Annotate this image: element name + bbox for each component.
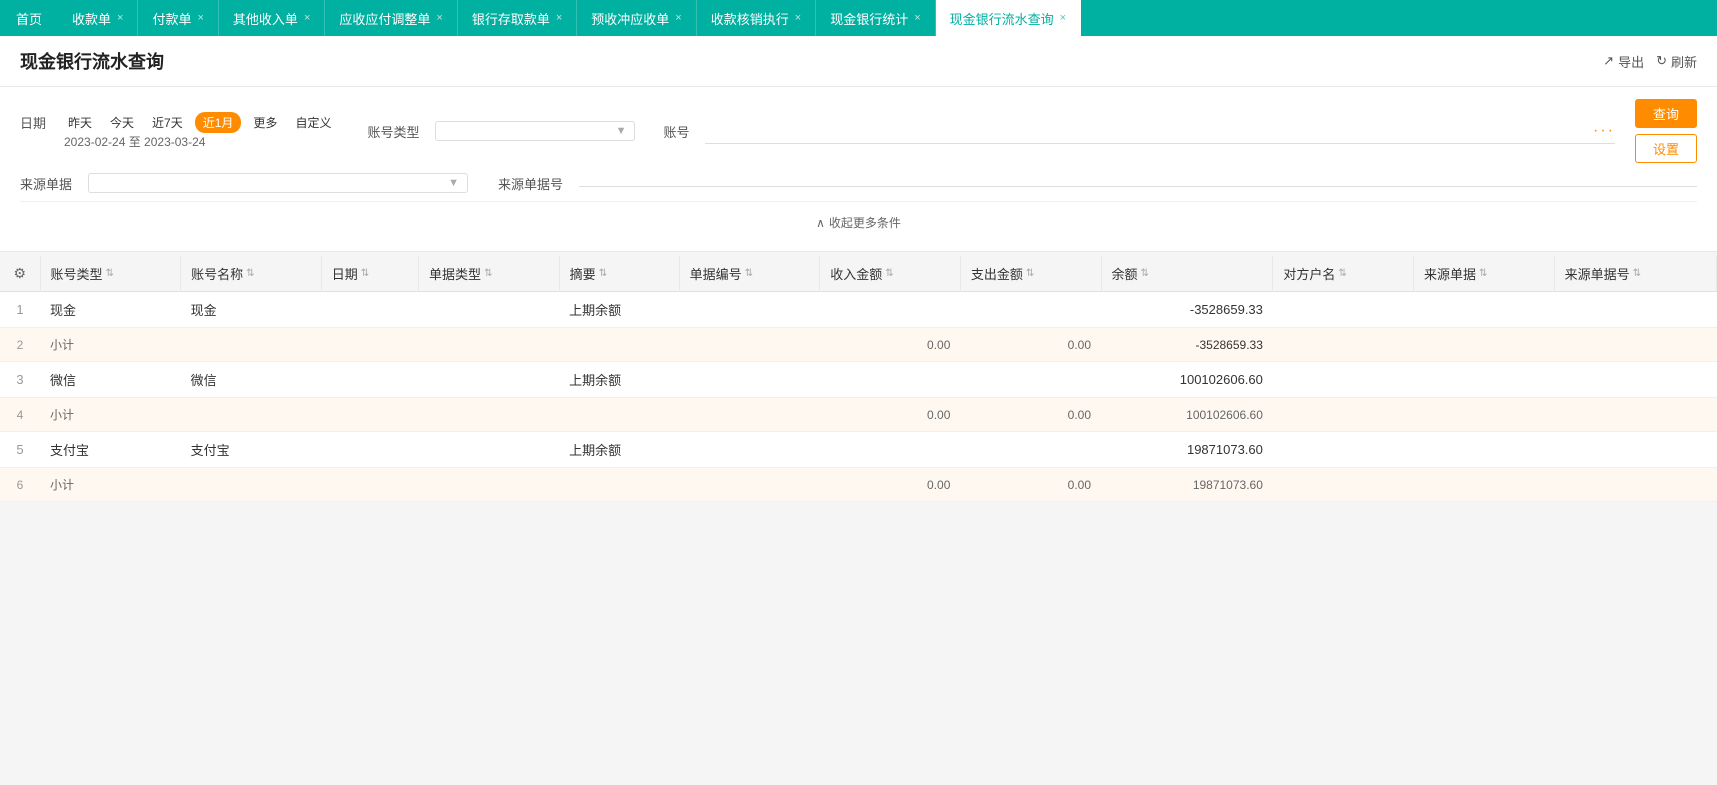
th-date[interactable]: 日期 ⇅ [321, 256, 418, 292]
th-expense[interactable]: 支出金额 ⇅ [960, 256, 1101, 292]
table-row[interactable]: 6小计0.000.0019871073.60 [0, 468, 1717, 502]
sort-icon: ⇅ [745, 268, 753, 279]
date-opt-today[interactable]: 今天 [104, 112, 140, 133]
nav-tab-qitashouru[interactable]: 其他收入单 × [219, 0, 325, 36]
chevron-down-icon: ▼ [616, 125, 627, 137]
setting-button[interactable]: 设置 [1635, 134, 1697, 163]
table-container: ⚙ 账号类型 ⇅ 账号名称 ⇅ 日期 [0, 256, 1717, 502]
th-source-doc-no[interactable]: 来源单据号 ⇅ [1554, 256, 1716, 292]
export-button[interactable]: ↗ 导出 [1603, 52, 1644, 71]
refresh-icon: ↻ [1656, 53, 1667, 69]
source-doc-select[interactable]: ▼ [88, 173, 468, 193]
th-summary[interactable]: 摘要 ⇅ [559, 256, 679, 292]
table-row[interactable]: 4小计0.000.00100102606.60 [0, 398, 1717, 432]
filter-row-1: 日期 昨天 今天 近7天 近1月 更多 自定义 2023-02-24 至 202… [20, 99, 1697, 163]
sort-icon: ⇅ [1026, 268, 1034, 279]
close-icon[interactable]: × [795, 12, 801, 24]
sort-icon: ⇅ [1141, 268, 1149, 279]
header-actions: ↗ 导出 ↻ 刷新 [1603, 52, 1697, 71]
date-opt-1month[interactable]: 近1月 [195, 112, 242, 133]
account-type-select[interactable]: ▼ [435, 121, 635, 141]
sort-icon: ⇅ [106, 268, 114, 279]
date-opt-yesterday[interactable]: 昨天 [62, 112, 98, 133]
collapse-bar: ∧ 收起更多条件 [20, 201, 1697, 239]
th-doc-no[interactable]: 单据编号 ⇅ [679, 256, 820, 292]
table-header-row: ⚙ 账号类型 ⇅ 账号名称 ⇅ 日期 [0, 256, 1717, 292]
export-icon: ↗ [1603, 53, 1614, 69]
source-doc-no-label: 来源单据号 [498, 174, 563, 193]
sort-icon: ⇅ [1633, 268, 1641, 279]
close-icon[interactable]: × [436, 12, 442, 24]
date-opt-custom[interactable]: 自定义 [289, 112, 337, 133]
table-row[interactable]: 5支付宝支付宝上期余额19871073.60 [0, 432, 1717, 468]
date-opt-7days[interactable]: 近7天 [146, 112, 189, 133]
close-icon[interactable]: × [1060, 12, 1066, 24]
nav-tab-shoukuanhe[interactable]: 收款核销执行 × [697, 0, 816, 36]
sort-icon: ⇅ [885, 268, 893, 279]
th-gear[interactable]: ⚙ [0, 256, 40, 292]
th-doc-type[interactable]: 单据类型 ⇅ [419, 256, 560, 292]
page-title: 现金银行流水查询 [20, 48, 164, 74]
account-label: 账号 [663, 122, 689, 141]
nav-tab-fukuandan[interactable]: 付款单 × [138, 0, 218, 36]
nav-tab-xianjinliushui[interactable]: 现金银行流水查询 × [936, 0, 1081, 36]
close-icon[interactable]: × [304, 12, 310, 24]
th-income[interactable]: 收入金额 ⇅ [820, 256, 961, 292]
close-icon[interactable]: × [556, 12, 562, 24]
sort-icon: ⇅ [246, 268, 254, 279]
sort-icon: ⇅ [1479, 268, 1487, 279]
chevron-down-icon: ▼ [448, 177, 459, 189]
sort-icon: ⇅ [1338, 268, 1346, 279]
gear-icon: ⚙ [13, 265, 26, 281]
filter-row-2: 来源单据 ▼ 来源单据号 [20, 173, 1697, 193]
data-table: ⚙ 账号类型 ⇅ 账号名称 ⇅ 日期 [0, 256, 1717, 502]
account-type-label: 账号类型 [367, 122, 419, 141]
top-navigation: 首页 收款单 × 付款单 × 其他收入单 × 应收应付调整单 × 银行存取款单 … [0, 0, 1717, 36]
sort-icon: ⇅ [361, 268, 369, 279]
nav-tab-shoukuandan[interactable]: 收款单 × [58, 0, 138, 36]
nav-home[interactable]: 首页 [0, 0, 58, 36]
date-opt-more[interactable]: 更多 [247, 112, 283, 133]
chevron-up-icon: ∧ [816, 216, 825, 230]
th-counterparty[interactable]: 对方户名 ⇅ [1273, 256, 1414, 292]
th-account-type[interactable]: 账号类型 ⇅ [40, 256, 181, 292]
date-options: 昨天 今天 近7天 近1月 更多 自定义 [62, 112, 337, 133]
close-icon[interactable]: × [914, 12, 920, 24]
filter-area: 日期 昨天 今天 近7天 近1月 更多 自定义 2023-02-24 至 202… [0, 87, 1717, 252]
refresh-button[interactable]: ↻ 刷新 [1656, 52, 1697, 71]
close-icon[interactable]: × [675, 12, 681, 24]
nav-tab-yinhang[interactable]: 银行存取款单 × [458, 0, 577, 36]
table-row[interactable]: 2小计0.000.00-3528659.33 [0, 328, 1717, 362]
table-row[interactable]: 1现金现金上期余额-3528659.33 [0, 292, 1717, 328]
table-row[interactable]: 3微信微信上期余额100102606.60 [0, 362, 1717, 398]
sort-icon: ⇅ [599, 268, 607, 279]
th-balance[interactable]: 余额 ⇅ [1101, 256, 1273, 292]
page-header: 现金银行流水查询 ↗ 导出 ↻ 刷新 [0, 36, 1717, 87]
nav-tab-xianjintongji[interactable]: 现金银行统计 × [816, 0, 935, 36]
th-source-doc[interactable]: 来源单据 ⇅ [1414, 256, 1555, 292]
source-doc-label: 来源单据 [20, 174, 72, 193]
account-dots-button[interactable]: ··· [1593, 122, 1615, 140]
collapse-button[interactable]: ∧ 收起更多条件 [816, 210, 901, 235]
close-icon[interactable]: × [197, 12, 203, 24]
close-icon[interactable]: × [117, 12, 123, 24]
sort-icon: ⇅ [484, 268, 492, 279]
th-account-name[interactable]: 账号名称 ⇅ [181, 256, 322, 292]
nav-tab-yushou[interactable]: 预收冲应收单 × [577, 0, 696, 36]
nav-tab-yingshouyingfu[interactable]: 应收应付调整单 × [325, 0, 457, 36]
date-label: 日期 [20, 113, 46, 132]
date-range-display: 2023-02-24 至 2023-03-24 [64, 135, 205, 149]
query-button[interactable]: 查询 [1635, 99, 1697, 128]
